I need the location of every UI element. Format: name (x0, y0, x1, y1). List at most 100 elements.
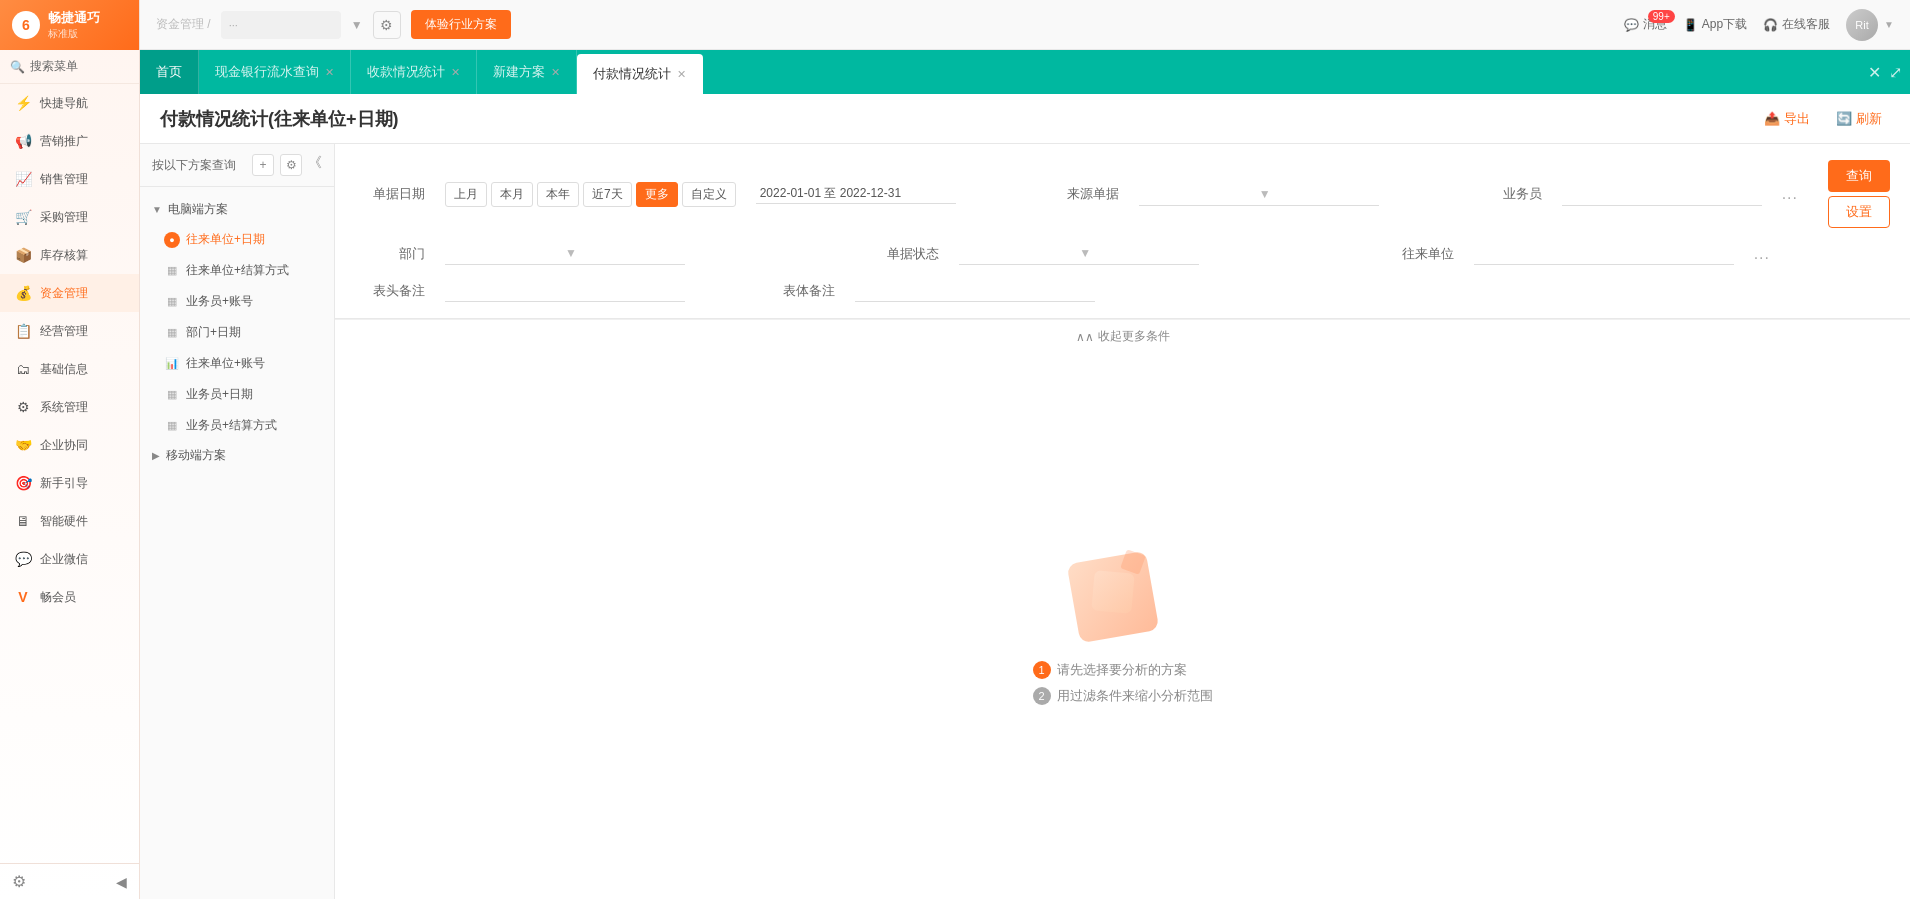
select-arrow-icon: ▼ (1259, 187, 1373, 201)
sidebar-item-wechat[interactable]: 💬 企业微信 (0, 540, 139, 578)
tab-close-icon[interactable]: ✕ (551, 66, 560, 79)
scheme-icon: ▦ (164, 418, 180, 434)
scheme-item-sales-date[interactable]: ▦ 业务员+日期 (140, 379, 334, 410)
sidebar-item-finance[interactable]: 💰 资金管理 (0, 274, 139, 312)
scheme-group-header-desktop[interactable]: ▼ 电脑端方案 (140, 195, 334, 224)
scheme-item-unit-date[interactable]: ● 往来单位+日期 (140, 224, 334, 255)
salesperson-dots-button[interactable]: ... (1782, 185, 1798, 203)
tab-label: 新建方案 (493, 63, 545, 81)
select-arrow-icon: ▼ (565, 246, 679, 260)
messages-button[interactable]: 💬 消息 99+ (1624, 16, 1667, 33)
this-year-btn[interactable]: 本年 (537, 182, 579, 207)
table-header-note-label: 表头备注 (355, 282, 425, 300)
partner-input[interactable] (1474, 242, 1734, 265)
sidebar-item-enterprise[interactable]: 🤝 企业协同 (0, 426, 139, 464)
page-content: 付款情况统计(往来单位+日期) 📤 导出 🔄 刷新 按以下方案查询 + (140, 94, 1910, 899)
scheme-item-sales-payment[interactable]: ▦ 业务员+结算方式 (140, 410, 334, 441)
online-service-button[interactable]: 🎧 在线客服 (1763, 16, 1830, 33)
sidebar-item-marketing[interactable]: 📢 营销推广 (0, 122, 139, 160)
scheme-item-unit-account[interactable]: 📊 往来单位+账号 (140, 348, 334, 379)
sidebar-footer: ⚙ ◀ (0, 863, 139, 899)
tab-close-icon[interactable]: ✕ (325, 66, 334, 79)
sidebar-collapse-icon[interactable]: ◀ (116, 874, 127, 890)
hint-text-2: 用过滤条件来缩小分析范围 (1057, 687, 1213, 705)
scheme-settings-button[interactable]: ⚙ (280, 154, 302, 176)
purchase-icon: 🛒 (14, 208, 32, 226)
sidebar-item-system[interactable]: ⚙ 系统管理 (0, 388, 139, 426)
last-month-btn[interactable]: 上月 (445, 182, 487, 207)
source-voucher-label: 来源单据 (1049, 185, 1119, 203)
sidebar-item-quick-nav[interactable]: ⚡ 快捷导航 (0, 84, 139, 122)
close-all-tabs-icon[interactable]: ✕ (1868, 63, 1881, 82)
tab-close-icon[interactable]: ✕ (677, 68, 686, 81)
expand-icon[interactable]: ⤢ (1889, 63, 1902, 82)
sidebar-item-hardware[interactable]: 🖥 智能硬件 (0, 502, 139, 540)
table-header-note-input[interactable] (445, 279, 685, 302)
scheme-item-dept-date[interactable]: ▦ 部门+日期 (140, 317, 334, 348)
last-7days-btn[interactable]: 近7天 (583, 182, 632, 207)
guide-icon: 🎯 (14, 474, 32, 492)
sidebar-item-label: 系统管理 (40, 399, 88, 416)
sidebar-item-label: 智能硬件 (40, 513, 88, 530)
topbar-settings-button[interactable]: ⚙ (373, 11, 401, 39)
sidebar-item-inventory[interactable]: 📦 库存核算 (0, 236, 139, 274)
group-expand-icon: ▶ (152, 450, 160, 461)
scheme-icon: ▦ (164, 325, 180, 341)
tab-payments[interactable]: 付款情况统计 ✕ (577, 54, 703, 94)
trial-button[interactable]: 体验行业方案 (411, 10, 511, 39)
partner-dots-button[interactable]: ... (1754, 245, 1770, 263)
filter-area: 单据日期 上月 本月 本年 近7天 更多 自定义 2022-01-01 至 20… (335, 144, 1910, 899)
salesperson-input[interactable] (1562, 183, 1762, 206)
sidebar-settings-icon[interactable]: ⚙ (12, 872, 26, 891)
sidebar-item-label: 销售管理 (40, 171, 88, 188)
tabbar: 首页 现金银行流水查询 ✕ 收款情况统计 ✕ 新建方案 ✕ 付款情况统计 ✕ ✕… (140, 50, 1910, 94)
scheme-group-mobile: ▶ 移动端方案 (140, 441, 334, 470)
scheme-item-unit-payment[interactable]: ▦ 往来单位+结算方式 (140, 255, 334, 286)
group-expand-icon: ▼ (152, 204, 162, 215)
tab-home[interactable]: 首页 (140, 50, 199, 94)
collapse-conditions-button[interactable]: ∧∧ 收起更多条件 (335, 319, 1910, 353)
table-body-note-input[interactable] (855, 279, 1095, 302)
export-button[interactable]: 📤 导出 (1756, 106, 1818, 132)
sidebar-item-member[interactable]: V 畅会员 (0, 578, 139, 616)
voucher-status-select[interactable]: ▼ (959, 242, 1199, 265)
filter-settings-button[interactable]: 设置 (1828, 196, 1890, 228)
tab-close-icon[interactable]: ✕ (451, 66, 460, 79)
export-icon: 📤 (1764, 111, 1780, 126)
this-month-btn[interactable]: 本月 (491, 182, 533, 207)
tab-new-scheme[interactable]: 新建方案 ✕ (477, 50, 577, 94)
source-voucher-select[interactable]: ▼ (1139, 183, 1379, 206)
page-title: 付款情况统计(往来单位+日期) (160, 107, 399, 131)
tab-bank-flow[interactable]: 现金银行流水查询 ✕ (199, 50, 351, 94)
filter-row-2: 部门 ▼ 单据状态 ▼ 往来单位 (355, 242, 1890, 265)
query-button[interactable]: 查询 (1828, 160, 1890, 192)
sidebar-item-label: 畅会员 (40, 589, 76, 606)
scheme-panel: 按以下方案查询 + ⚙ 《 ▼ 电脑端方案 (140, 144, 335, 899)
more-dates-btn[interactable]: 更多 (636, 182, 678, 207)
add-scheme-button[interactable]: + (252, 154, 274, 176)
search-menu[interactable]: 🔍 搜索菜单 (0, 50, 139, 84)
date-label: 单据日期 (355, 185, 425, 203)
date-range-input[interactable]: 2022-01-01 至 2022-12-31 (756, 185, 956, 204)
sidebar-item-operations[interactable]: 📋 经营管理 (0, 312, 139, 350)
scheme-item-sales-account[interactable]: ▦ 业务员+账号 (140, 286, 334, 317)
scheme-item-label: 业务员+日期 (186, 386, 253, 403)
scheme-collapse-button[interactable]: 《 (308, 154, 322, 176)
app-download-button[interactable]: 📱 App下载 (1683, 16, 1747, 33)
sidebar-item-sales[interactable]: 📈 销售管理 (0, 160, 139, 198)
user-profile-button[interactable]: Rit ▼ (1846, 9, 1894, 41)
scheme-group-header-mobile[interactable]: ▶ 移动端方案 (140, 441, 334, 470)
department-select[interactable]: ▼ (445, 242, 685, 265)
tab-receivables[interactable]: 收款情况统计 ✕ (351, 50, 477, 94)
sidebar-item-purchase[interactable]: 🛒 采购管理 (0, 198, 139, 236)
sidebar-item-label: 采购管理 (40, 209, 88, 226)
scheme-item-label: 往来单位+日期 (186, 231, 265, 248)
sidebar-menu: ⚡ 快捷导航 📢 营销推广 📈 销售管理 🛒 采购管理 📦 库存核算 💰 资金管… (0, 84, 139, 863)
refresh-button[interactable]: 🔄 刷新 (1828, 106, 1890, 132)
custom-date-btn[interactable]: 自定义 (682, 182, 736, 207)
sidebar-item-guide[interactable]: 🎯 新手引导 (0, 464, 139, 502)
sidebar-item-label: 基础信息 (40, 361, 88, 378)
sidebar-item-label: 企业协同 (40, 437, 88, 454)
topbar-dropdown-icon[interactable]: ▼ (351, 18, 363, 32)
sidebar-item-basic-info[interactable]: 🗂 基础信息 (0, 350, 139, 388)
